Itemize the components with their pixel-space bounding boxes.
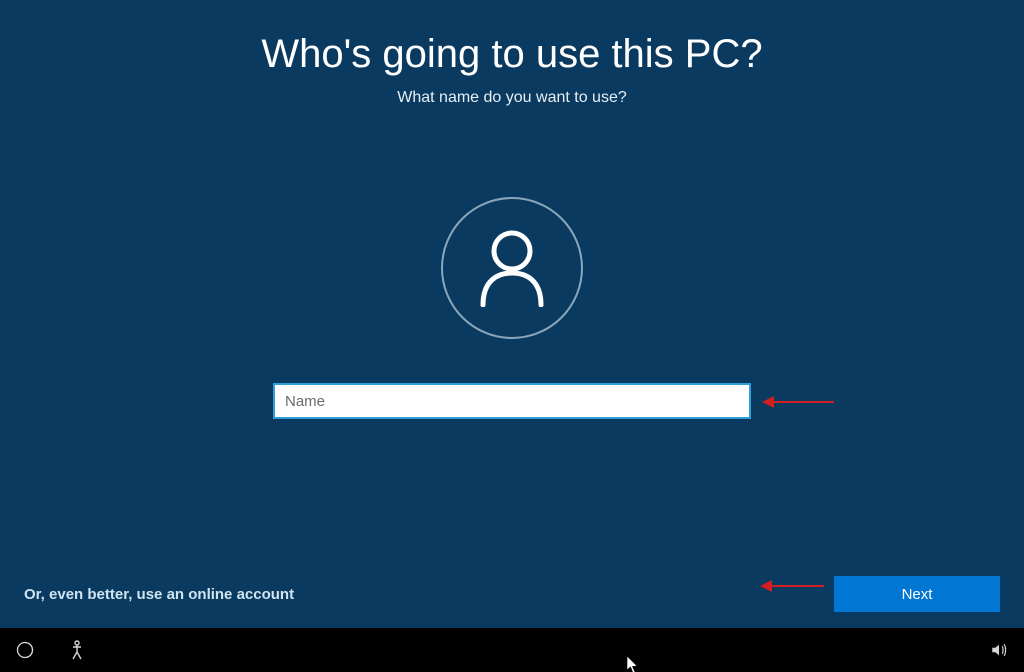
taskbar [0,628,1024,672]
page-subtitle: What name do you want to use? [0,89,1024,107]
annotation-arrow [770,585,824,587]
name-input[interactable] [273,383,751,419]
ease-of-access-icon[interactable] [14,639,36,661]
annotation-arrow [772,401,834,403]
user-avatar-placeholder [441,197,583,339]
volume-icon[interactable] [988,639,1010,661]
use-online-account-link[interactable]: Or, even better, use an online account [24,586,294,603]
accessibility-icon[interactable] [66,639,88,661]
user-icon [477,229,547,307]
page-title: Who's going to use this PC? [0,0,1024,77]
next-button[interactable]: Next [834,576,1000,612]
